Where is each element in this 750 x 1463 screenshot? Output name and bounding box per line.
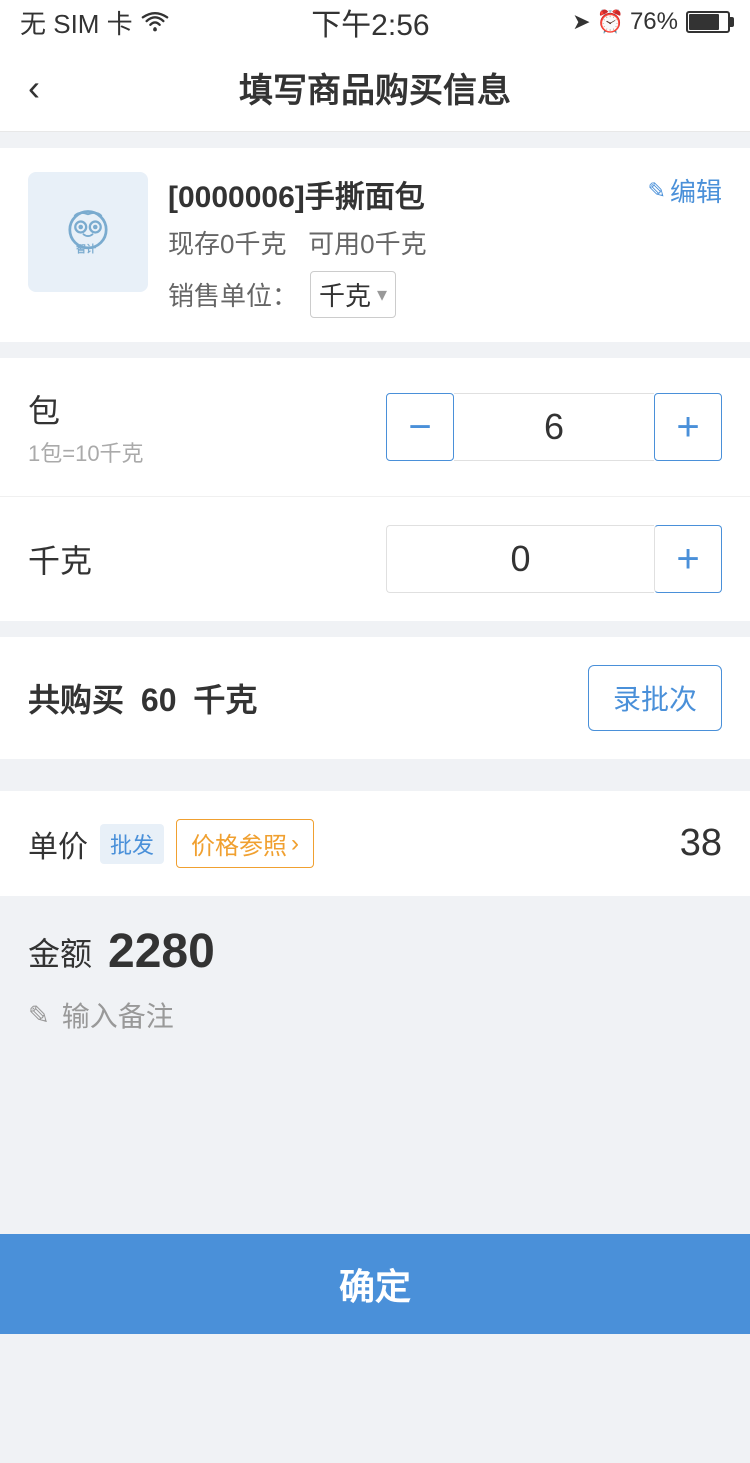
price-left: 单价 批发 价格参照 › bbox=[28, 819, 314, 868]
bao-sub-label: 1包=10千克 bbox=[28, 436, 208, 468]
divider-3 bbox=[0, 759, 750, 775]
carrier-text: 无 SIM 卡 bbox=[20, 4, 133, 41]
remark-row[interactable]: ✎ 输入备注 bbox=[28, 995, 722, 1035]
edit-button[interactable]: ✎ 编辑 bbox=[648, 172, 722, 209]
qianke-label: 千克 bbox=[28, 536, 208, 582]
remark-placeholder: 输入备注 bbox=[62, 995, 174, 1035]
battery-icon bbox=[686, 11, 730, 33]
location-icon: ➤ bbox=[572, 9, 590, 35]
total-value: 60 bbox=[141, 682, 177, 718]
nav-bar: ‹ 填写商品购买信息 bbox=[0, 44, 750, 132]
amount-row: 金额 2280 bbox=[28, 924, 722, 979]
qianke-section: 千克 + bbox=[0, 497, 750, 621]
page-title: 填写商品购买信息 bbox=[239, 63, 511, 112]
unit-value: 千克 bbox=[319, 276, 371, 313]
divider-1 bbox=[0, 342, 750, 358]
amount-value: 2280 bbox=[108, 924, 215, 979]
total-section: 共购买 60 千克 录批次 bbox=[0, 637, 750, 759]
price-ref-arrow-icon: › bbox=[291, 830, 299, 858]
confirm-button[interactable]: 确定 bbox=[0, 1234, 750, 1334]
amount-label: 金额 bbox=[28, 929, 92, 975]
price-tag: 批发 bbox=[100, 824, 164, 864]
qianke-label-container: 千克 bbox=[28, 536, 208, 582]
available-text: 可用0千克 bbox=[308, 229, 426, 259]
dropdown-arrow-icon: ▾ bbox=[377, 282, 387, 307]
edit-label: 编辑 bbox=[670, 172, 722, 209]
status-time: 下午2:56 bbox=[311, 0, 429, 44]
wifi-icon bbox=[141, 11, 169, 33]
qianke-plus-button[interactable]: + bbox=[654, 525, 722, 593]
amount-section: 金额 2280 ✎ 输入备注 bbox=[0, 896, 750, 1063]
qianke-controls: + bbox=[208, 525, 722, 593]
svg-text:智计: 智计 bbox=[76, 242, 96, 255]
product-card: 智计 [0000006]手撕面包 ✎ 编辑 现存0千克 可用0千克 销售单位： … bbox=[0, 148, 750, 342]
price-label: 单价 bbox=[28, 822, 88, 866]
qianke-row: 千克 + bbox=[28, 497, 722, 621]
qianke-quantity-input[interactable] bbox=[386, 525, 654, 593]
bao-label: 包 bbox=[28, 386, 208, 432]
stock-text: 现存0千克 bbox=[168, 229, 286, 259]
bao-section: 包 1包=10千克 − + bbox=[0, 358, 750, 496]
edit-icon: ✎ bbox=[648, 178, 666, 204]
bao-quantity-input[interactable] bbox=[454, 393, 654, 461]
unit-label: 销售单位： bbox=[168, 276, 298, 313]
product-info: [0000006]手撕面包 ✎ 编辑 现存0千克 可用0千克 销售单位： 千克 … bbox=[168, 172, 722, 318]
bao-row: 包 1包=10千克 − + bbox=[28, 358, 722, 496]
bao-plus-button[interactable]: + bbox=[654, 393, 722, 461]
status-bar: 无 SIM 卡 下午2:56 ➤ ⏰ 76% bbox=[0, 0, 750, 44]
price-value: 38 bbox=[680, 822, 722, 865]
total-unit: 千克 bbox=[193, 682, 257, 718]
product-image: 智计 bbox=[28, 172, 148, 292]
total-text: 共购买 60 千克 bbox=[28, 675, 257, 721]
bao-controls: − + bbox=[208, 393, 722, 461]
status-carrier: 无 SIM 卡 bbox=[20, 4, 169, 41]
remark-icon: ✎ bbox=[28, 1000, 50, 1031]
status-right-icons: ➤ ⏰ 76% bbox=[572, 8, 730, 36]
price-ref-label: 价格参照 bbox=[191, 826, 287, 861]
product-unit-row: 销售单位： 千克 ▾ bbox=[168, 271, 722, 318]
battery-percent: 76% bbox=[630, 8, 678, 36]
product-stock: 现存0千克 可用0千克 bbox=[168, 224, 722, 261]
bao-label-container: 包 1包=10千克 bbox=[28, 386, 208, 468]
total-label: 共购买 bbox=[28, 682, 124, 718]
product-logo: 智计 bbox=[53, 207, 123, 257]
back-button[interactable]: ‹ bbox=[28, 67, 40, 109]
price-section: 单价 批发 价格参照 › 38 bbox=[0, 791, 750, 896]
product-name: [0000006]手撕面包 bbox=[168, 172, 648, 216]
price-ref-button[interactable]: 价格参照 › bbox=[176, 819, 314, 868]
unit-dropdown[interactable]: 千克 ▾ bbox=[310, 271, 396, 318]
batch-button[interactable]: 录批次 bbox=[588, 665, 722, 731]
bao-minus-button[interactable]: − bbox=[386, 393, 454, 461]
alarm-icon: ⏰ bbox=[597, 9, 624, 35]
price-row: 单价 批发 价格参照 › 38 bbox=[28, 819, 722, 868]
